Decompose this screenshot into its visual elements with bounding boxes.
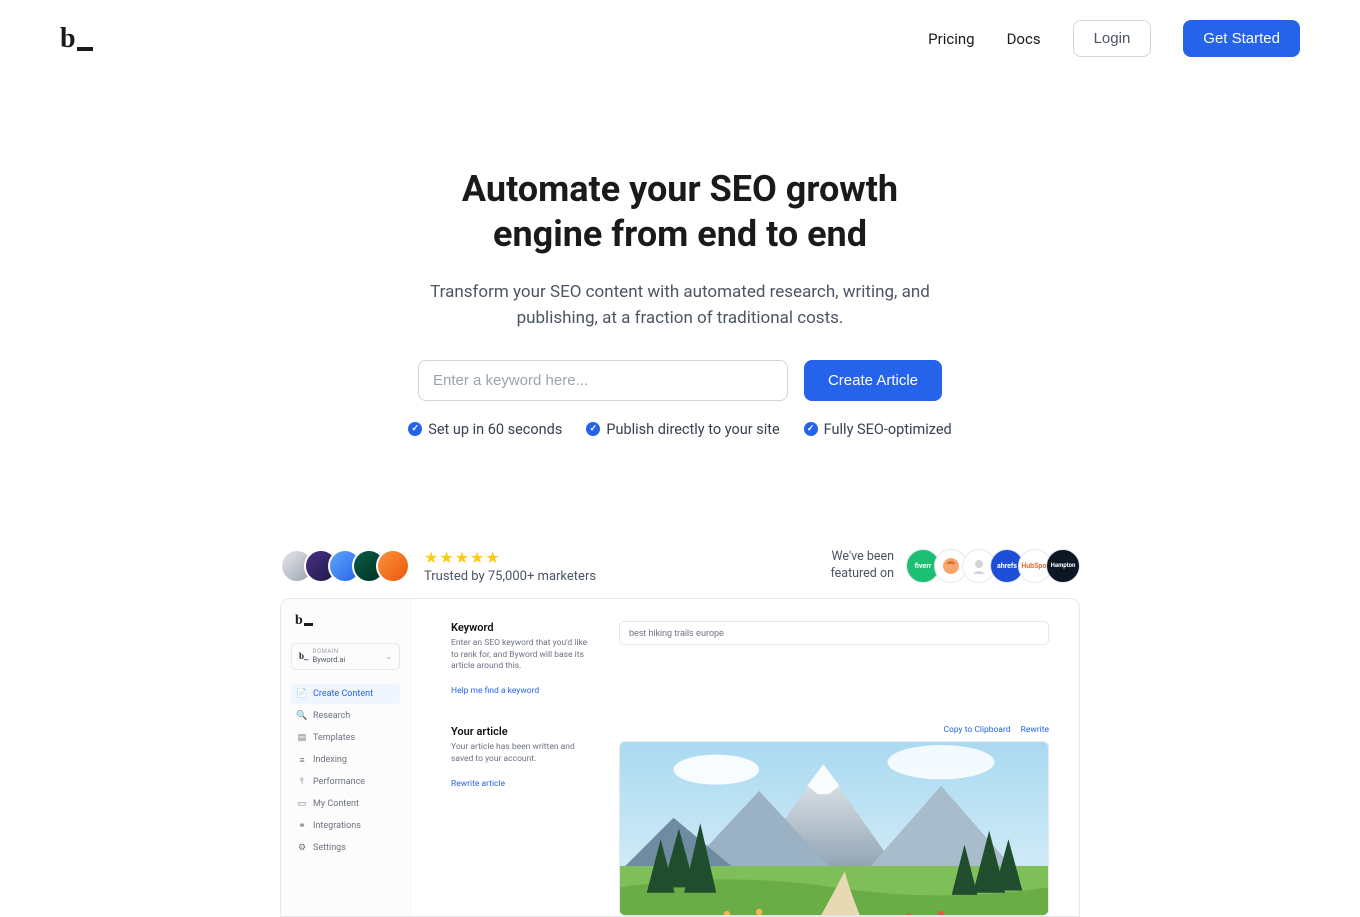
indexing-icon: ≡ bbox=[297, 755, 307, 765]
check-icon: ✓ bbox=[586, 422, 600, 436]
feature-label: Fully SEO-optimized bbox=[824, 421, 952, 438]
hero-subtitle: Transform your SEO content with automate… bbox=[430, 279, 930, 332]
social-left: ★★★★★ Trusted by 75,000+ marketers bbox=[280, 548, 596, 584]
nav-pricing[interactable]: Pricing bbox=[928, 30, 974, 48]
find-keyword-link[interactable]: Help me find a keyword bbox=[451, 686, 539, 696]
hero-title: Automate your SEO growth engine from end… bbox=[20, 167, 1340, 257]
feature-item: ✓ Fully SEO-optimized bbox=[804, 421, 952, 438]
keyword-field[interactable] bbox=[619, 621, 1049, 645]
sidebar-item-settings[interactable]: ⚙ Settings bbox=[291, 838, 400, 858]
templates-icon: ▤ bbox=[297, 733, 307, 743]
feature-list: ✓ Set up in 60 seconds ✓ Publish directl… bbox=[20, 421, 1340, 438]
article-actions: Copy to Clipboard Rewrite bbox=[619, 725, 1049, 735]
folder-icon: ▭ bbox=[297, 799, 307, 809]
keyword-section-label: Keyword Enter an SEO keyword that you'd … bbox=[451, 621, 591, 698]
feature-item: ✓ Set up in 60 seconds bbox=[408, 421, 562, 438]
rewrite-article-link[interactable]: Rewrite article bbox=[451, 779, 505, 789]
sidebar-item-indexing[interactable]: ≡ Indexing bbox=[291, 750, 400, 770]
search-icon: 🔍 bbox=[297, 711, 307, 721]
hero: Automate your SEO growth engine from end… bbox=[0, 77, 1360, 478]
brand-logo[interactable]: b bbox=[60, 23, 93, 55]
chart-icon: ⫯ bbox=[297, 777, 307, 787]
create-article-button[interactable]: Create Article bbox=[804, 360, 942, 401]
social-right: We've been featured on fiverr ahrefs Hub… bbox=[830, 549, 1080, 583]
featured-text: We've been featured on bbox=[830, 549, 894, 583]
main-nav: Pricing Docs Login Get Started bbox=[928, 20, 1300, 57]
article-section-label: Your article Your article has been writt… bbox=[451, 725, 591, 916]
feature-label: Set up in 60 seconds bbox=[428, 421, 562, 438]
press-logos: fiverr ahrefs HubSpot Hampton bbox=[906, 549, 1080, 583]
avatar-stack bbox=[280, 549, 410, 583]
header: b Pricing Docs Login Get Started bbox=[0, 0, 1360, 77]
feature-label: Publish directly to your site bbox=[606, 421, 779, 438]
sidebar-item-performance[interactable]: ⫯ Performance bbox=[291, 772, 400, 792]
star-icons: ★★★★★ bbox=[424, 548, 596, 567]
article-image bbox=[619, 741, 1049, 916]
rewrite-link[interactable]: Rewrite bbox=[1021, 725, 1049, 735]
gear-icon: ⚙ bbox=[297, 843, 307, 853]
social-proof: ★★★★★ Trusted by 75,000+ marketers We've… bbox=[280, 548, 1080, 584]
sidebar-item-research[interactable]: 🔍 Research bbox=[291, 706, 400, 726]
login-button[interactable]: Login bbox=[1073, 20, 1152, 57]
feature-item: ✓ Publish directly to your site bbox=[586, 421, 779, 438]
keyword-input[interactable] bbox=[418, 360, 788, 401]
check-icon: ✓ bbox=[408, 422, 422, 436]
chevron-down-icon: ⌄ bbox=[385, 652, 392, 661]
keyword-form: Create Article bbox=[20, 360, 1340, 401]
sidebar-item-my-content[interactable]: ▭ My Content bbox=[291, 794, 400, 814]
keyword-title: Keyword bbox=[451, 621, 591, 634]
dashboard-preview: b b_ DOMAIN Byword.ai ⌄ 📄 Create Content… bbox=[280, 598, 1080, 917]
keyword-desc: Enter an SEO keyword that you'd like to … bbox=[451, 638, 591, 674]
avatar bbox=[376, 549, 410, 583]
domain-selector[interactable]: b_ DOMAIN Byword.ai ⌄ bbox=[291, 643, 400, 671]
plug-icon: ⚭ bbox=[297, 821, 307, 831]
dashboard-logo: b bbox=[291, 613, 400, 629]
article-title: Your article bbox=[451, 725, 591, 738]
dashboard-sidebar: b b_ DOMAIN Byword.ai ⌄ 📄 Create Content… bbox=[281, 599, 411, 917]
sidebar-item-templates[interactable]: ▤ Templates bbox=[291, 728, 400, 748]
trusted-text: Trusted by 75,000+ marketers bbox=[424, 569, 596, 584]
article-desc: Your article has been written and saved … bbox=[451, 742, 591, 766]
check-icon: ✓ bbox=[804, 422, 818, 436]
domain-value: Byword.ai bbox=[313, 656, 346, 665]
dashboard-main: Keyword Enter an SEO keyword that you'd … bbox=[411, 599, 1079, 917]
document-icon: 📄 bbox=[297, 689, 307, 699]
sidebar-item-create-content[interactable]: 📄 Create Content bbox=[291, 684, 400, 704]
get-started-button[interactable]: Get Started bbox=[1183, 20, 1300, 57]
sidebar-item-integrations[interactable]: ⚭ Integrations bbox=[291, 816, 400, 836]
nav-docs[interactable]: Docs bbox=[1007, 30, 1041, 48]
rating: ★★★★★ Trusted by 75,000+ marketers bbox=[424, 548, 596, 584]
press-logo-hampton: Hampton bbox=[1046, 549, 1080, 583]
copy-clipboard-link[interactable]: Copy to Clipboard bbox=[943, 725, 1010, 735]
